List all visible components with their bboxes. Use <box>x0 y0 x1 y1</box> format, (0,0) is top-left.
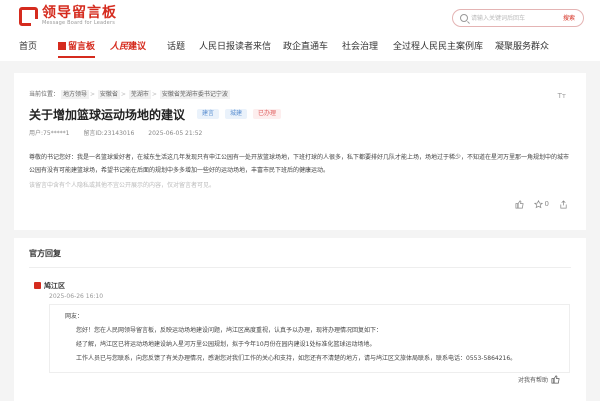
privacy-note: 该留言中含有个人隐私或其他不宜公开展示的内容，仅对留言者可见。 <box>29 182 216 189</box>
reply-department: 鸠江区 <box>34 281 65 291</box>
official-reply-card: 官方回复 鸠江区 2025-06-26 16:10 网友： 您好！您在人民网领导… <box>14 238 586 401</box>
reply-department-name: 鸠江区 <box>44 282 65 290</box>
reply-line: 您好！您在人民网领导留言板，反映运动场地建设问题，鸠江区高度重视，认真予以办理，… <box>76 327 383 334</box>
nav-enterprise-express[interactable]: 政企直通车 <box>283 38 328 56</box>
reply-line: 经了解，鸠江区已将运动场地建设纳入星河万里公园规划，拟于今年10月份在园内建设1… <box>76 341 376 348</box>
nav-message-board[interactable]: 留言板 <box>58 38 96 58</box>
logo-title: 领导留言板 <box>42 5 117 21</box>
nav-social-governance[interactable]: 社会治理 <box>342 38 378 56</box>
department-icon <box>34 282 41 289</box>
helpful-label: 对我有帮助 <box>517 377 548 384</box>
nav-democracy-cases[interactable]: 全过程人民民主案例库 <box>393 38 483 56</box>
nav-people-suggestion-rest: 建议 <box>128 42 147 52</box>
thumbs-up-icon <box>551 375 560 384</box>
nav-readers-letters[interactable]: 人民日报读者来信 <box>199 38 271 56</box>
message-card: 当前位置： 地方领导 > 安徽省 > 芜湖市 > 安徽省芜湖市委书记宁波 Tт 关于增… <box>14 73 586 230</box>
divider <box>29 267 571 268</box>
message-board-icon <box>58 42 66 50</box>
breadcrumb-item[interactable]: 芜湖市 <box>128 90 151 99</box>
search-input[interactable] <box>471 12 557 24</box>
breadcrumb-prefix: 当前位置： <box>29 91 60 98</box>
search-icon <box>460 14 468 22</box>
font-size-toggle[interactable]: Tт <box>558 92 566 100</box>
breadcrumb-item[interactable]: 安徽省 <box>97 90 120 99</box>
like-button[interactable] <box>515 200 524 209</box>
post-date: 2025-06-05 21:52 <box>148 130 203 137</box>
breadcrumb-separator: > <box>151 91 157 98</box>
tag-suggestion: 建言 <box>197 109 220 119</box>
favorite-button[interactable]: 0 <box>533 199 549 209</box>
status-badge: 已办理 <box>253 109 282 119</box>
search-button[interactable]: 搜索 <box>563 13 575 22</box>
breadcrumb-item[interactable]: 安徽省芜湖市委书记宁波 <box>159 90 230 99</box>
page-title: 关于增加篮球运动场地的建议 <box>29 108 186 122</box>
share-icon <box>560 199 567 208</box>
site-header: 领导留言板 Message Board for Leaders 搜索 首页 留言… <box>0 0 600 61</box>
helpful-button[interactable]: 对我有帮助 <box>518 375 560 384</box>
nav-topics[interactable]: 话题 <box>167 38 185 56</box>
nav-people-suggestion[interactable]: 人民建议 <box>110 38 146 56</box>
post-content: 尊敬的书记您好：我是一名篮球爱好者，在城东生活这几年发现只有申江公园有一处开放篮… <box>29 154 570 174</box>
reply-line: 工作人员已与您联系，向您反馈了有关办理情况，感谢您对我们工作的关心和支持，如您还… <box>76 355 517 362</box>
site-logo[interactable]: 领导留言板 Message Board for Leaders <box>19 6 117 27</box>
post-message-id: 留言ID:23143016 <box>83 130 135 137</box>
share-button[interactable] <box>559 199 568 209</box>
nav-serve-masses[interactable]: 凝聚服务群众 <box>495 38 549 56</box>
post-user: 用户:75*****1 <box>29 130 70 137</box>
main-nav: 首页 留言板 人民建议 话题 人民日报读者来信 政企直通车 社会治理 全过程人民… <box>0 38 600 58</box>
search-bar: 搜索 <box>452 9 584 27</box>
reply-section-title: 官方回复 <box>29 249 61 258</box>
post-meta: 用户:75*****1 留言ID:23143016 2025-06-05 21:… <box>29 128 202 137</box>
breadcrumb: 当前位置： 地方领导 > 安徽省 > 芜湖市 > 安徽省芜湖市委书记宁波 <box>29 90 230 99</box>
nav-people-suggestion-brush: 人民 <box>110 42 129 52</box>
breadcrumb-item[interactable]: 地方领导 <box>60 90 89 99</box>
reply-line: 网友： <box>65 313 84 320</box>
logo-subtitle: Message Board for Leaders <box>42 20 116 26</box>
reply-content: 网友： 您好！您在人民网领导留言板，反映运动场地建设问题，鸠江区高度重视，认真予… <box>49 304 570 373</box>
star-icon <box>533 199 543 208</box>
nav-message-board-label: 留言板 <box>68 42 96 52</box>
tag-urban-construction: 城建 <box>225 109 248 119</box>
breadcrumb-separator: > <box>120 91 126 98</box>
logo-mark-icon <box>19 7 38 26</box>
like-count: 0 <box>544 200 549 208</box>
reply-date: 2025-06-26 16:10 <box>49 293 104 300</box>
breadcrumb-separator: > <box>89 91 95 98</box>
post-actions: 0 <box>505 198 568 210</box>
thumbs-up-icon <box>515 200 524 208</box>
nav-home[interactable]: 首页 <box>19 38 37 56</box>
